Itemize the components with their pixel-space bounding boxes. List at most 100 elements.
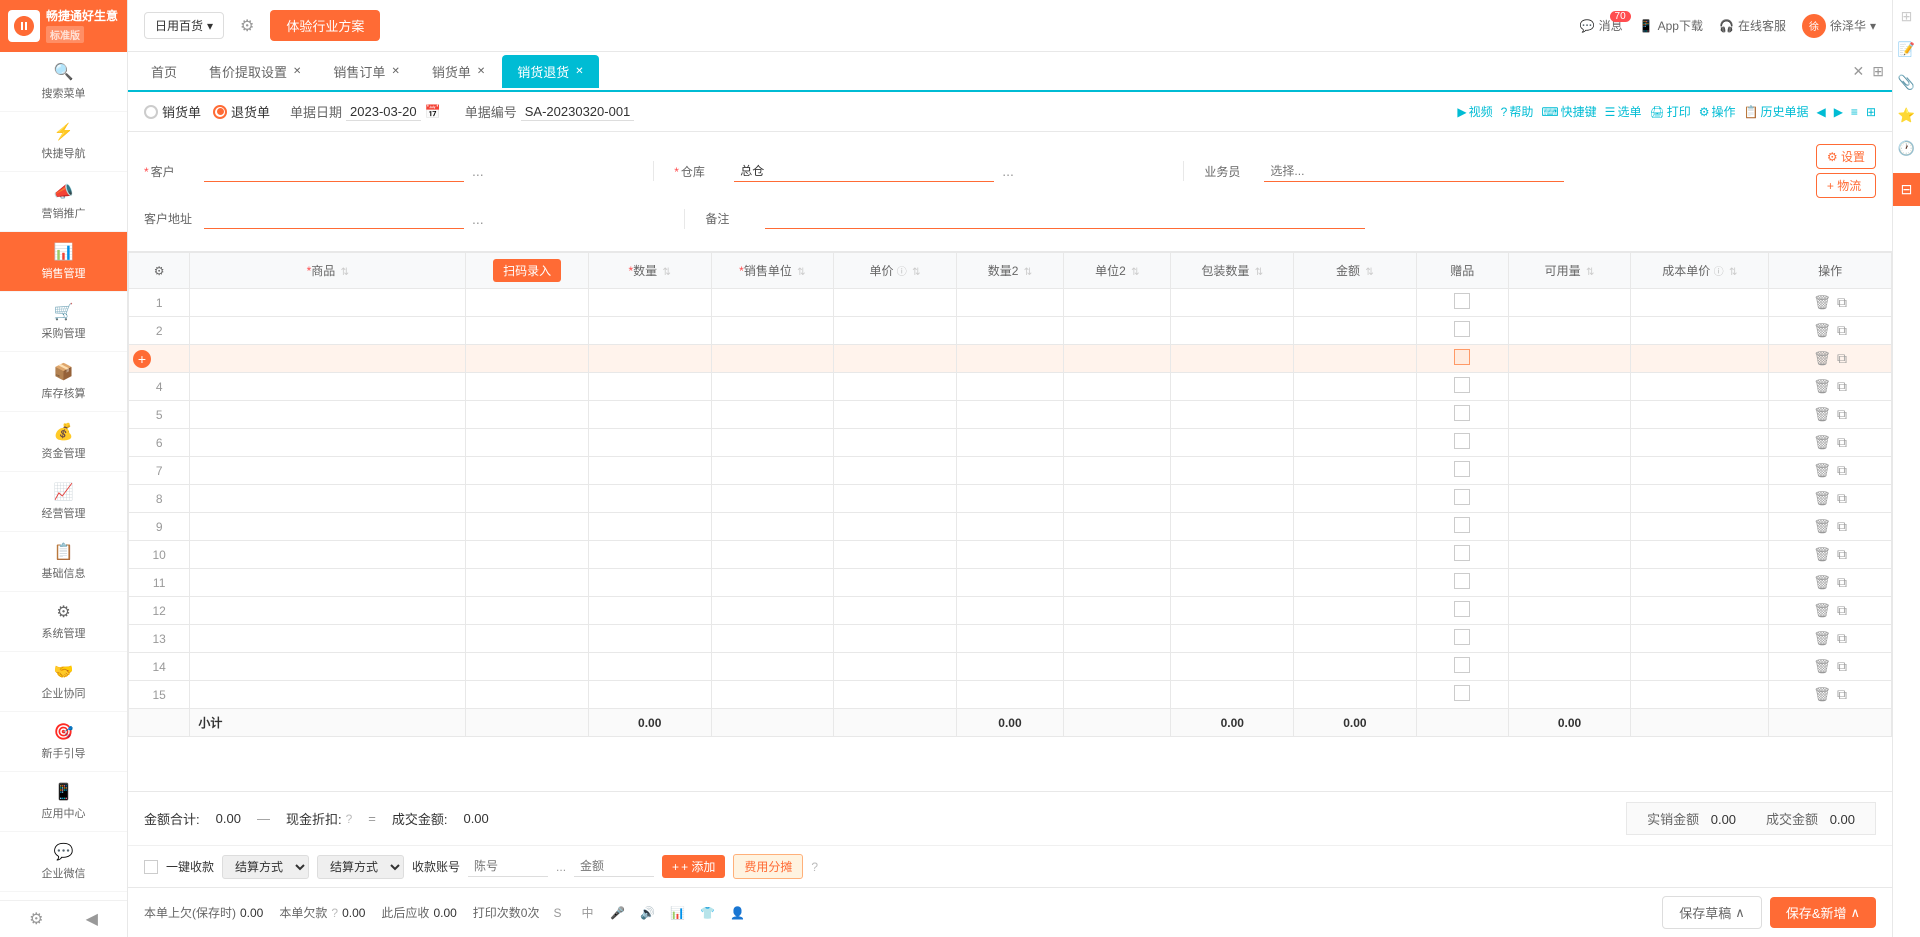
right-sidebar-notes-icon[interactable]: 📝 (1898, 41, 1915, 58)
available-cell-active[interactable] (1508, 345, 1631, 373)
settings-bottom-icon[interactable]: ⚙ (29, 909, 43, 929)
tool-s-icon[interactable]: S (545, 901, 569, 925)
product-cell-active[interactable] (190, 345, 466, 373)
right-sidebar-active-icon[interactable]: ⊟ (1893, 173, 1920, 206)
unit-cell[interactable] (711, 289, 834, 317)
gift-cell-active[interactable] (1416, 345, 1508, 373)
sidebar-item-finance[interactable]: 💰 资金管理 (0, 412, 127, 472)
gift-checkbox[interactable] (1454, 517, 1470, 533)
tab-sales-order-close[interactable]: ✕ (391, 66, 399, 77)
gift-checkbox[interactable] (1454, 601, 1470, 617)
delete-icon[interactable]: 🗑 (1813, 630, 1831, 647)
right-sidebar-table-icon[interactable]: ⊞ (1901, 8, 1913, 25)
window-maximize-icon[interactable]: ⊞ (1872, 63, 1884, 80)
gift-checkbox[interactable] (1454, 293, 1470, 309)
tool-mic-icon[interactable]: 🎤 (605, 901, 629, 925)
unit2-sort-icon[interactable]: ⇅ (1131, 267, 1139, 278)
debt-help[interactable]: ? (331, 906, 338, 920)
tab-sales-order[interactable]: 销售订单 ✕ (318, 55, 414, 88)
copy-row-icon[interactable]: ⧉ (1837, 350, 1847, 367)
qty-cell-active[interactable] (588, 345, 711, 373)
delete-icon[interactable]: 🗑 (1813, 406, 1831, 423)
cost-sort-icon[interactable]: ⇅ (1729, 267, 1737, 278)
tool-person-icon[interactable]: 👤 (725, 901, 749, 925)
copy-icon[interactable]: ⧉ (1837, 462, 1847, 479)
tab-home[interactable]: 首页 (136, 55, 192, 88)
experience-button[interactable]: 体验行业方案 (270, 10, 380, 41)
gift-cell[interactable] (1416, 289, 1508, 317)
video-link[interactable]: ▶ 视频 (1457, 103, 1492, 120)
price-cell[interactable] (834, 289, 957, 317)
gift-checkbox[interactable] (1454, 657, 1470, 673)
sidebar-item-basic[interactable]: 📋 基础信息 (0, 532, 127, 592)
window-close-icon[interactable]: ✕ (1853, 63, 1865, 80)
calendar-icon[interactable]: 📅 (425, 104, 441, 120)
gift-checkbox[interactable] (1454, 573, 1470, 589)
staff-input[interactable] (1264, 161, 1564, 182)
copy-icon[interactable]: ⧉ (1837, 546, 1847, 563)
sidebar-item-member[interactable]: 👑 畅会员 (0, 892, 127, 900)
tool-speak-icon[interactable]: 🔊 (635, 901, 659, 925)
save-new-button[interactable]: 保存&新增 ∧ (1770, 897, 1876, 928)
history-link[interactable]: 📋 历史单据 (1743, 103, 1808, 120)
sidebar-item-quick-nav[interactable]: ⚡ 快捷导航 (0, 112, 127, 172)
pack-qty-cell[interactable] (1171, 317, 1294, 345)
unit-cell-active[interactable] (711, 345, 834, 373)
tab-sales-delivery-close[interactable]: ✕ (477, 66, 485, 77)
pack-cell-active[interactable] (1171, 345, 1294, 373)
product-input-active[interactable] (194, 352, 461, 366)
gift-checkbox[interactable] (1454, 461, 1470, 477)
amount-sort-icon[interactable]: ⇅ (1365, 267, 1373, 278)
qty-cell[interactable] (588, 317, 711, 345)
save-draft-button[interactable]: 保存草稿 ∧ (1662, 896, 1762, 929)
gift-checkbox-active[interactable] (1454, 349, 1470, 365)
amount-cell[interactable] (1294, 317, 1417, 345)
cash-discount-help[interactable]: ? (346, 812, 353, 826)
app-download-button[interactable]: 📱 App下载 (1639, 17, 1703, 34)
customer-dots[interactable]: ... (464, 163, 492, 179)
delete-row-icon[interactable]: 🗑 (1813, 294, 1831, 311)
unit-cell[interactable] (711, 317, 834, 345)
save-dropdown-icon[interactable]: ∧ (1850, 905, 1860, 921)
settings-button[interactable]: ⚙ 设置 (1816, 144, 1876, 169)
copy-row-icon[interactable]: ⧉ (1837, 294, 1847, 311)
sidebar-item-purchase[interactable]: 🛒 采购管理 (0, 292, 127, 352)
qty2-cell[interactable] (956, 289, 1063, 317)
settlement-select[interactable]: 结算方式 (222, 855, 309, 879)
copy-icon[interactable]: ⧉ (1837, 490, 1847, 507)
sidebar-item-newbie[interactable]: 🎯 新手引导 (0, 712, 127, 772)
account-input[interactable] (468, 856, 548, 877)
draft-dropdown-icon[interactable]: ∧ (1735, 905, 1745, 921)
delete-row-icon[interactable]: 🗑 (1813, 322, 1831, 339)
qty2-cell-active[interactable] (956, 345, 1063, 373)
radio-sale[interactable]: 销货单 (144, 102, 201, 121)
delete-icon[interactable]: 🗑 (1813, 658, 1831, 675)
qty2-sort-icon[interactable]: ⇅ (1024, 267, 1032, 278)
copy-icon[interactable]: ⧉ (1837, 630, 1847, 647)
price-cell[interactable] (834, 317, 957, 345)
cost-price-cell[interactable] (1631, 317, 1769, 345)
tool-chart-icon[interactable]: 📊 (665, 901, 689, 925)
table-scroll[interactable]: ⚙ *商品 ⇅ 扫码录入 *数量 ⇅ (128, 252, 1892, 791)
gift-checkbox[interactable] (1454, 433, 1470, 449)
tab-sales-delivery[interactable]: 销货单 ✕ (417, 55, 500, 88)
copy-icon[interactable]: ⧉ (1837, 686, 1847, 703)
copy-icon[interactable]: ⧉ (1837, 518, 1847, 535)
sidebar-item-enterprise[interactable]: 🤝 企业协同 (0, 652, 127, 712)
qty-cell[interactable] (588, 289, 711, 317)
tab-price-setting[interactable]: 售价提取设置 ✕ (194, 55, 316, 88)
copy-icon[interactable]: ⧉ (1837, 406, 1847, 423)
price-cell-active[interactable] (834, 345, 957, 373)
note-input[interactable] (765, 208, 1365, 229)
operate-link[interactable]: ⚙ 操作 (1699, 103, 1736, 120)
available-cell[interactable] (1508, 289, 1631, 317)
payment-dots[interactable]: ... (556, 860, 566, 874)
available-sort-icon[interactable]: ⇅ (1586, 267, 1594, 278)
copy-icon[interactable]: ⧉ (1837, 378, 1847, 395)
qty-sort-icon[interactable]: ⇅ (663, 267, 671, 278)
right-sidebar-attach-icon[interactable]: 📎 (1898, 74, 1915, 91)
logistics-button[interactable]: + 物流 (1816, 173, 1876, 198)
address-input[interactable] (204, 208, 464, 229)
unit2-cell[interactable] (1064, 317, 1171, 345)
collapse-icon[interactable]: ◀ (86, 909, 98, 929)
